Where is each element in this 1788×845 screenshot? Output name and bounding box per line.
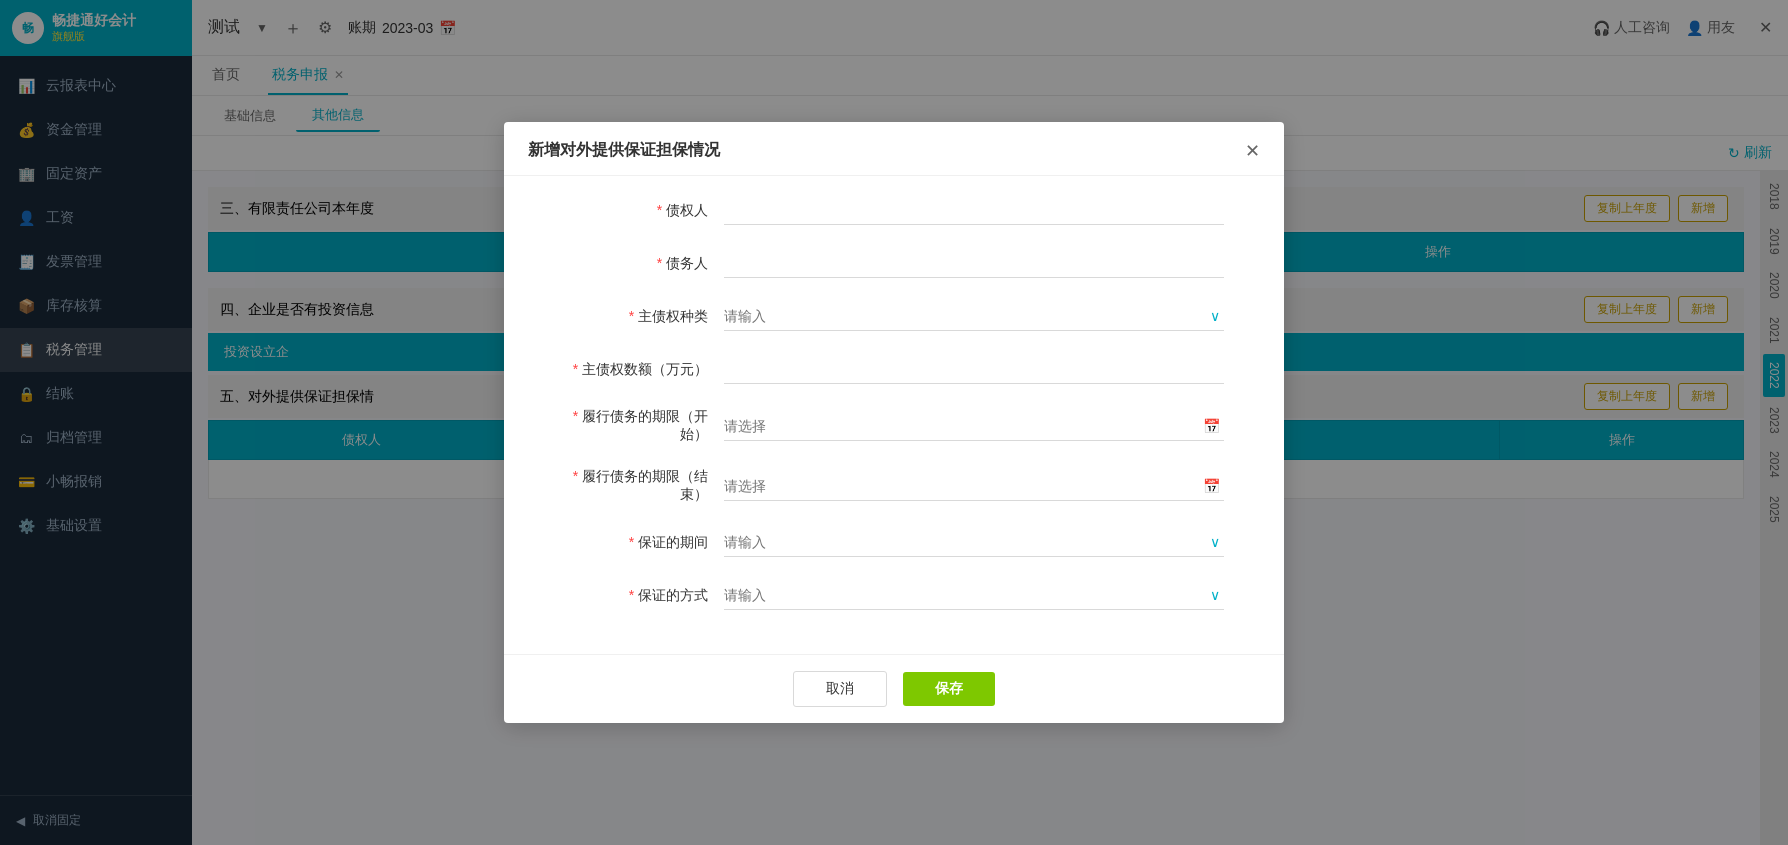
field-guarantee-method-row: * 保证的方式 ∨ xyxy=(564,581,1224,610)
period-end-date-wrapper: 📅 xyxy=(724,472,1224,501)
modal-add-guarantee: 新增对外提供保证担保情况 ✕ * 债权人 * 债务人 xyxy=(504,122,1284,723)
field-debt-amount-label: * 主债权数额（万元） xyxy=(564,361,724,379)
field-period-start-row: * 履行债务的期限（开始） 📅 xyxy=(564,408,1224,444)
field-creditor-row: * 债权人 xyxy=(564,196,1224,225)
field-debt-type-label: * 主债权种类 xyxy=(564,308,724,326)
modal-overlay: 新增对外提供保证担保情况 ✕ * 债权人 * 债务人 xyxy=(0,0,1788,845)
debt-amount-input[interactable] xyxy=(724,355,1224,384)
debtor-input[interactable] xyxy=(724,249,1224,278)
guarantee-period-select-wrapper: ∨ xyxy=(724,528,1224,557)
debt-type-arrow-icon[interactable]: ∨ xyxy=(1206,308,1224,324)
debt-type-input[interactable] xyxy=(724,302,1206,330)
period-end-calendar-icon[interactable]: 📅 xyxy=(1199,478,1224,494)
guarantee-period-arrow-icon[interactable]: ∨ xyxy=(1206,534,1224,550)
field-debt-amount-row: * 主债权数额（万元） xyxy=(564,355,1224,384)
debt-type-select-wrapper: ∨ xyxy=(724,302,1224,331)
field-guarantee-period-label: * 保证的期间 xyxy=(564,534,724,552)
field-debtor-row: * 债务人 xyxy=(564,249,1224,278)
field-period-end-label: * 履行债务的期限（结束） xyxy=(564,468,724,504)
period-end-input[interactable] xyxy=(724,472,1199,500)
field-period-end-row: * 履行债务的期限（结束） 📅 xyxy=(564,468,1224,504)
field-guarantee-method-label: * 保证的方式 xyxy=(564,587,724,605)
period-start-date-wrapper: 📅 xyxy=(724,412,1224,441)
guarantee-method-input[interactable] xyxy=(724,581,1206,609)
creditor-input[interactable] xyxy=(724,196,1224,225)
save-button[interactable]: 保存 xyxy=(903,672,995,706)
modal-title: 新增对外提供保证担保情况 xyxy=(528,140,720,161)
period-start-input[interactable] xyxy=(724,412,1199,440)
field-guarantee-period-row: * 保证的期间 ∨ xyxy=(564,528,1224,557)
modal-close-button[interactable]: ✕ xyxy=(1245,142,1260,160)
cancel-button[interactable]: 取消 xyxy=(793,671,887,707)
guarantee-method-arrow-icon[interactable]: ∨ xyxy=(1206,587,1224,603)
field-debtor-label: * 债务人 xyxy=(564,255,724,273)
modal-body: * 债权人 * 债务人 * 主债权种类 xyxy=(504,176,1284,654)
field-period-start-label: * 履行债务的期限（开始） xyxy=(564,408,724,444)
field-creditor-label: * 债权人 xyxy=(564,202,724,220)
period-start-calendar-icon[interactable]: 📅 xyxy=(1199,418,1224,434)
modal-footer: 取消 保存 xyxy=(504,654,1284,723)
modal-header: 新增对外提供保证担保情况 ✕ xyxy=(504,122,1284,176)
guarantee-method-select-wrapper: ∨ xyxy=(724,581,1224,610)
field-debt-type-row: * 主债权种类 ∨ xyxy=(564,302,1224,331)
guarantee-period-input[interactable] xyxy=(724,528,1206,556)
